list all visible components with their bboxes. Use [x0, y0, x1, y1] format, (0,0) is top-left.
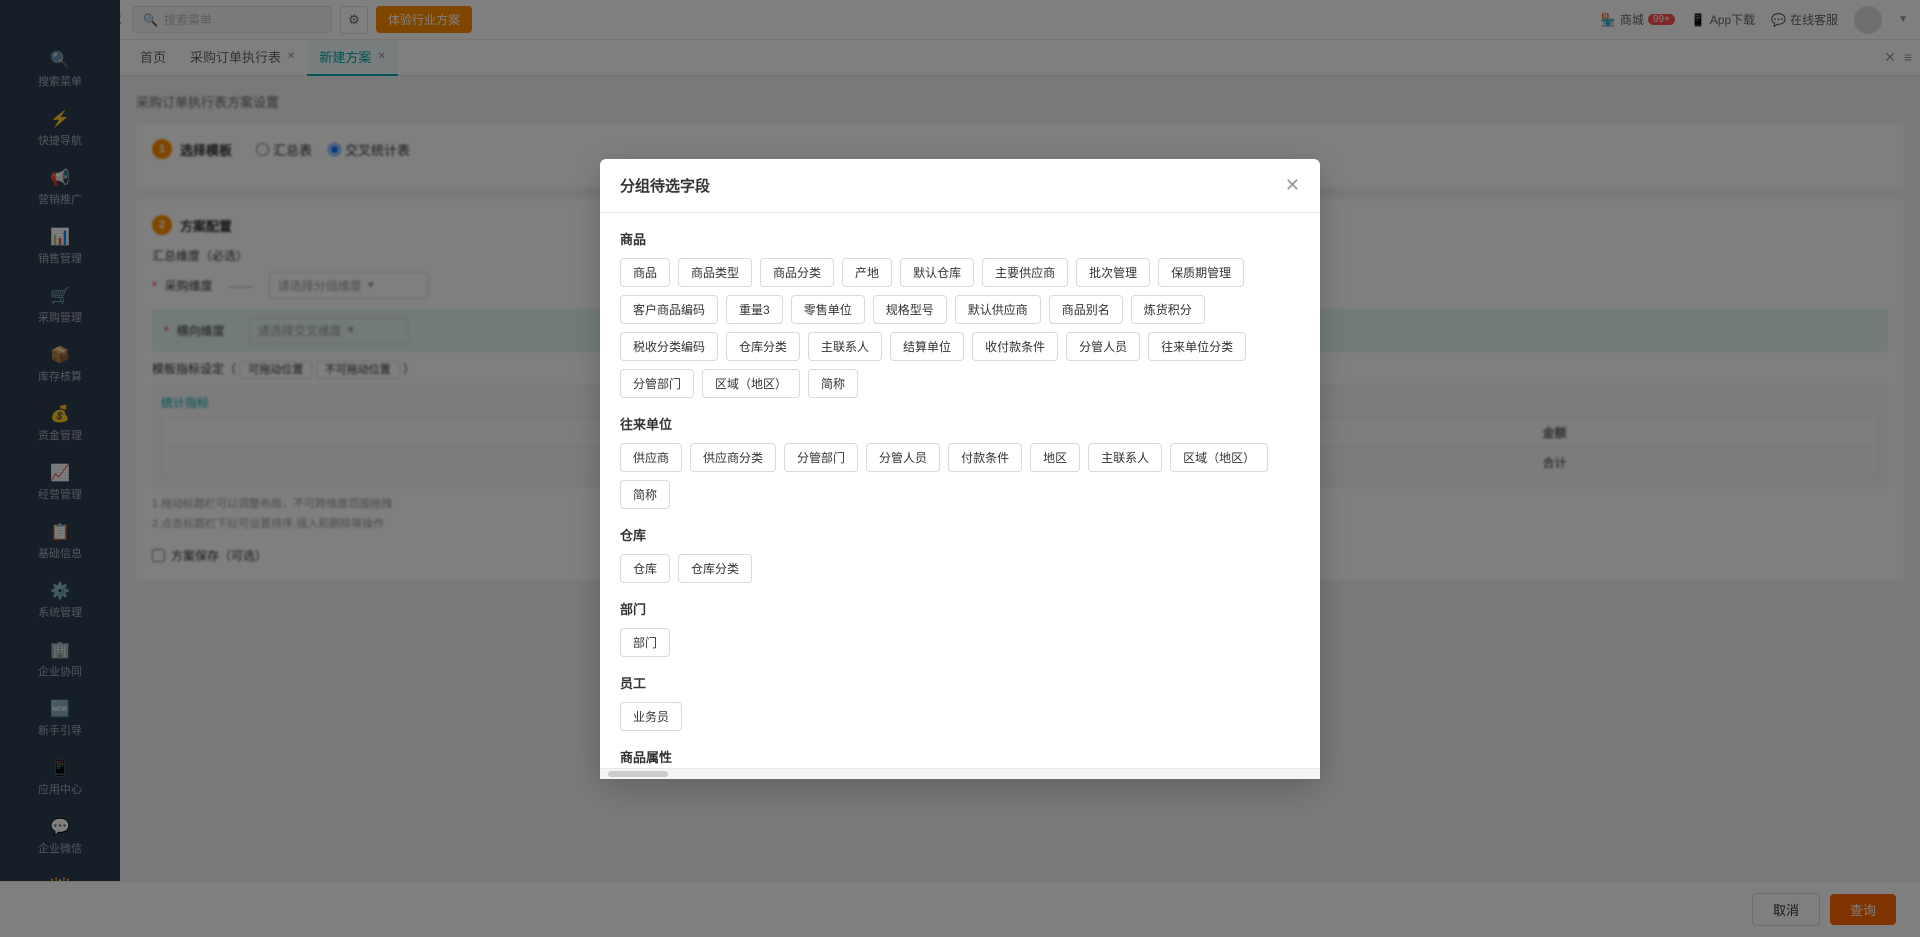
field-tag[interactable]: 供应商 [620, 443, 682, 472]
field-tag[interactable]: 产地 [842, 258, 892, 287]
field-tag[interactable]: 批次管理 [1076, 258, 1150, 287]
field-tag[interactable]: 地区 [1030, 443, 1080, 472]
field-tag[interactable]: 收付款条件 [972, 332, 1058, 361]
field-tag[interactable]: 重量3 [726, 295, 783, 324]
dialog-header: 分组待选字段 ✕ [600, 159, 1320, 213]
section-product-attr: 商品属性 属性 颜色 多规格 尺码 鞋码 1 [620, 747, 1300, 769]
field-tag[interactable]: 部门 [620, 628, 670, 657]
field-tag[interactable]: 规格型号 [873, 295, 947, 324]
section-department-title: 部门 [620, 599, 1300, 618]
dialog-body: 商品 商品 商品类型 商品分类 产地 默认仓库 主要供应商 批次管理 保质期管理… [600, 213, 1320, 769]
section-department: 部门 部门 [620, 599, 1300, 657]
field-tag[interactable]: 仓库 [620, 554, 670, 583]
field-tag[interactable]: 商品类型 [678, 258, 752, 287]
dialog-hscroll[interactable] [600, 768, 1320, 778]
field-tag[interactable]: 商品分类 [760, 258, 834, 287]
section-warehouse-fields: 仓库 仓库分类 [620, 554, 1300, 583]
field-tag[interactable]: 默认仓库 [900, 258, 974, 287]
hscroll-thumb[interactable] [608, 771, 668, 777]
section-counterpart-title: 往来单位 [620, 414, 1300, 433]
field-tag[interactable]: 默认供应商 [955, 295, 1041, 324]
field-tag[interactable]: 仓库分类 [678, 554, 752, 583]
section-product: 商品 商品 商品类型 商品分类 产地 默认仓库 主要供应商 批次管理 保质期管理… [620, 229, 1300, 398]
section-employee: 员工 业务员 [620, 673, 1300, 731]
section-product-attr-title: 商品属性 [620, 747, 1300, 766]
field-tag[interactable]: 供应商分类 [690, 443, 776, 472]
field-tag[interactable]: 往来单位分类 [1148, 332, 1246, 361]
field-tag[interactable]: 区域（地区） [702, 369, 800, 398]
section-employee-fields: 业务员 [620, 702, 1300, 731]
field-tag[interactable]: 区域（地区） [1170, 443, 1268, 472]
field-tag[interactable]: 零售单位 [791, 295, 865, 324]
field-selection-dialog: 分组待选字段 ✕ 商品 商品 商品类型 商品分类 产地 默认仓库 主要供应商 批… [600, 159, 1320, 779]
section-warehouse-title: 仓库 [620, 525, 1300, 544]
field-tag[interactable]: 主联系人 [1088, 443, 1162, 472]
section-department-fields: 部门 [620, 628, 1300, 657]
field-tag[interactable]: 付款条件 [948, 443, 1022, 472]
dialog-close-button[interactable]: ✕ [1285, 176, 1300, 194]
field-tag[interactable]: 主联系人 [808, 332, 882, 361]
section-counterpart-fields: 供应商 供应商分类 分管部门 分管人员 付款条件 地区 主联系人 区域（地区） … [620, 443, 1300, 509]
section-warehouse: 仓库 仓库 仓库分类 [620, 525, 1300, 583]
dialog-overlay: 分组待选字段 ✕ 商品 商品 商品类型 商品分类 产地 默认仓库 主要供应商 批… [0, 0, 1920, 937]
field-tag[interactable]: 炼货积分 [1131, 295, 1205, 324]
field-tag[interactable]: 简称 [808, 369, 858, 398]
section-product-title: 商品 [620, 229, 1300, 248]
field-tag[interactable]: 主要供应商 [982, 258, 1068, 287]
field-tag[interactable]: 业务员 [620, 702, 682, 731]
field-tag[interactable]: 分管部门 [784, 443, 858, 472]
field-tag[interactable]: 简称 [620, 480, 670, 509]
field-tag[interactable]: 分管人员 [866, 443, 940, 472]
section-employee-title: 员工 [620, 673, 1300, 692]
field-tag[interactable]: 仓库分类 [726, 332, 800, 361]
dialog-title: 分组待选字段 [620, 175, 710, 196]
field-tag[interactable]: 商品别名 [1049, 295, 1123, 324]
field-tag[interactable]: 结算单位 [890, 332, 964, 361]
field-tag[interactable]: 商品 [620, 258, 670, 287]
field-tag[interactable]: 分管部门 [620, 369, 694, 398]
section-product-fields: 商品 商品类型 商品分类 产地 默认仓库 主要供应商 批次管理 保质期管理 客户… [620, 258, 1300, 398]
field-tag[interactable]: 税收分类编码 [620, 332, 718, 361]
section-counterpart: 往来单位 供应商 供应商分类 分管部门 分管人员 付款条件 地区 主联系人 区域… [620, 414, 1300, 509]
field-tag[interactable]: 分管人员 [1066, 332, 1140, 361]
field-tag[interactable]: 保质期管理 [1158, 258, 1244, 287]
field-tag[interactable]: 客户商品编码 [620, 295, 718, 324]
